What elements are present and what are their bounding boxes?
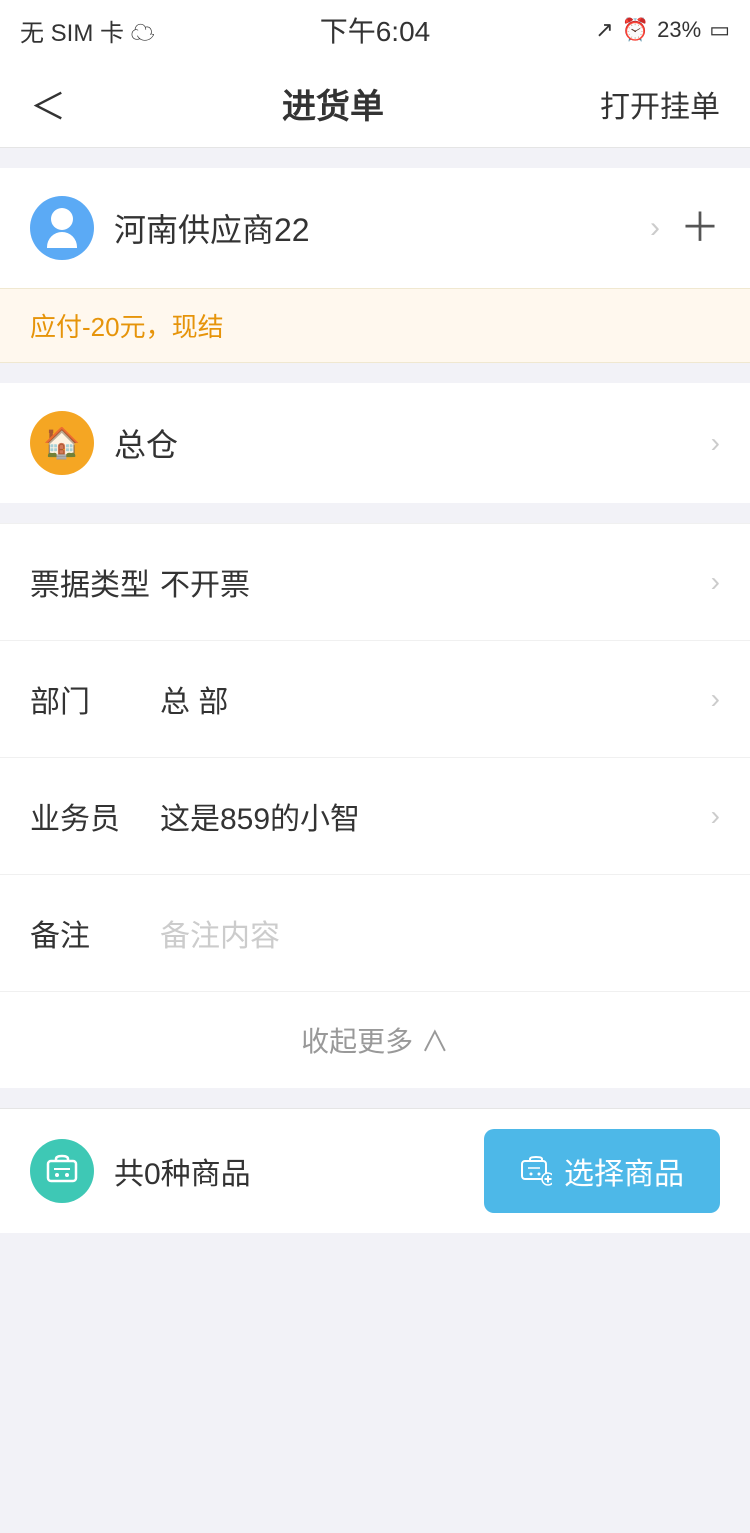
supplier-name: 河南供应商22 bbox=[114, 205, 650, 251]
warehouse-icon-wrap: 🏠 bbox=[30, 411, 94, 475]
nav-bar: ＜ 进货单 打开挂单 bbox=[0, 60, 750, 148]
avatar-person-shape bbox=[47, 208, 77, 248]
product-icon-wrap bbox=[30, 1139, 94, 1203]
sim-label: 无 SIM 卡 ☁ bbox=[20, 13, 155, 48]
warehouse-section: 🏠 总仓 › bbox=[0, 383, 750, 503]
supplier-chevron-icon: › bbox=[650, 211, 660, 245]
back-button[interactable]: ＜ bbox=[30, 78, 66, 130]
department-label: 部门 bbox=[30, 677, 160, 721]
invoice-type-value: 不开票 bbox=[160, 560, 711, 604]
department-value: 总 部 bbox=[160, 677, 711, 721]
status-time: 下午6:04 bbox=[320, 10, 431, 50]
page-background bbox=[0, 1233, 750, 1533]
invoice-type-chevron-icon: › bbox=[711, 566, 720, 598]
status-bar: 无 SIM 卡 ☁ 下午6:04 ↗ ⏰ 23% ▭ bbox=[0, 0, 750, 60]
page-title: 进货单 bbox=[282, 79, 384, 128]
middle-divider-2 bbox=[0, 503, 750, 523]
bottom-bar: 共0种商品 选择商品 bbox=[0, 1108, 750, 1233]
battery-icon: ▭ bbox=[709, 17, 730, 43]
collapse-button[interactable]: 收起更多 ∧ bbox=[0, 991, 750, 1088]
select-product-button[interactable]: 选择商品 bbox=[484, 1129, 720, 1213]
supplier-avatar bbox=[30, 196, 94, 260]
salesperson-row[interactable]: 业务员 这是859的小智 › bbox=[0, 757, 750, 874]
warehouse-icon: 🏠 bbox=[43, 426, 80, 461]
bottom-divider bbox=[0, 1088, 750, 1108]
location-icon: ↗ bbox=[595, 17, 613, 43]
avatar-body bbox=[47, 232, 77, 248]
department-chevron-icon: › bbox=[711, 683, 720, 715]
alarm-icon: ⏰ bbox=[622, 17, 649, 43]
select-product-label: 选择商品 bbox=[564, 1149, 684, 1193]
form-section: 票据类型 不开票 › 部门 总 部 › 业务员 这是859的小智 › 备注 备注… bbox=[0, 523, 750, 1088]
notice-banner: 应付-20元，现结 bbox=[0, 288, 750, 363]
product-cart-icon bbox=[44, 1153, 80, 1189]
warehouse-row[interactable]: 🏠 总仓 › bbox=[0, 383, 750, 503]
status-left: 无 SIM 卡 ☁ bbox=[20, 13, 155, 48]
department-row[interactable]: 部门 总 部 › bbox=[0, 640, 750, 757]
status-right: ↗ ⏰ 23% ▭ bbox=[595, 17, 730, 43]
supplier-section: 河南供应商22 › ＋ 应付-20元，现结 bbox=[0, 168, 750, 363]
remark-label: 备注 bbox=[30, 911, 160, 955]
avatar-head bbox=[51, 208, 73, 230]
warehouse-chevron-icon: › bbox=[711, 427, 720, 459]
warehouse-name: 总仓 bbox=[114, 420, 711, 466]
remark-row[interactable]: 备注 备注内容 bbox=[0, 874, 750, 991]
battery-level: 23% bbox=[657, 17, 701, 43]
invoice-type-label: 票据类型 bbox=[30, 560, 160, 604]
supplier-row[interactable]: 河南供应商22 › ＋ bbox=[0, 168, 750, 288]
salesperson-chevron-icon: › bbox=[711, 800, 720, 832]
select-product-icon bbox=[520, 1155, 552, 1187]
remark-input[interactable]: 备注内容 bbox=[160, 911, 720, 955]
middle-divider-1 bbox=[0, 363, 750, 383]
salesperson-value: 这是859的小智 bbox=[160, 794, 711, 838]
invoice-type-row[interactable]: 票据类型 不开票 › bbox=[0, 523, 750, 640]
top-divider bbox=[0, 148, 750, 168]
salesperson-label: 业务员 bbox=[30, 794, 160, 838]
product-count-label: 共0种商品 bbox=[114, 1149, 464, 1193]
add-supplier-button[interactable]: ＋ bbox=[680, 208, 720, 248]
open-pending-button[interactable]: 打开挂单 bbox=[600, 82, 720, 126]
